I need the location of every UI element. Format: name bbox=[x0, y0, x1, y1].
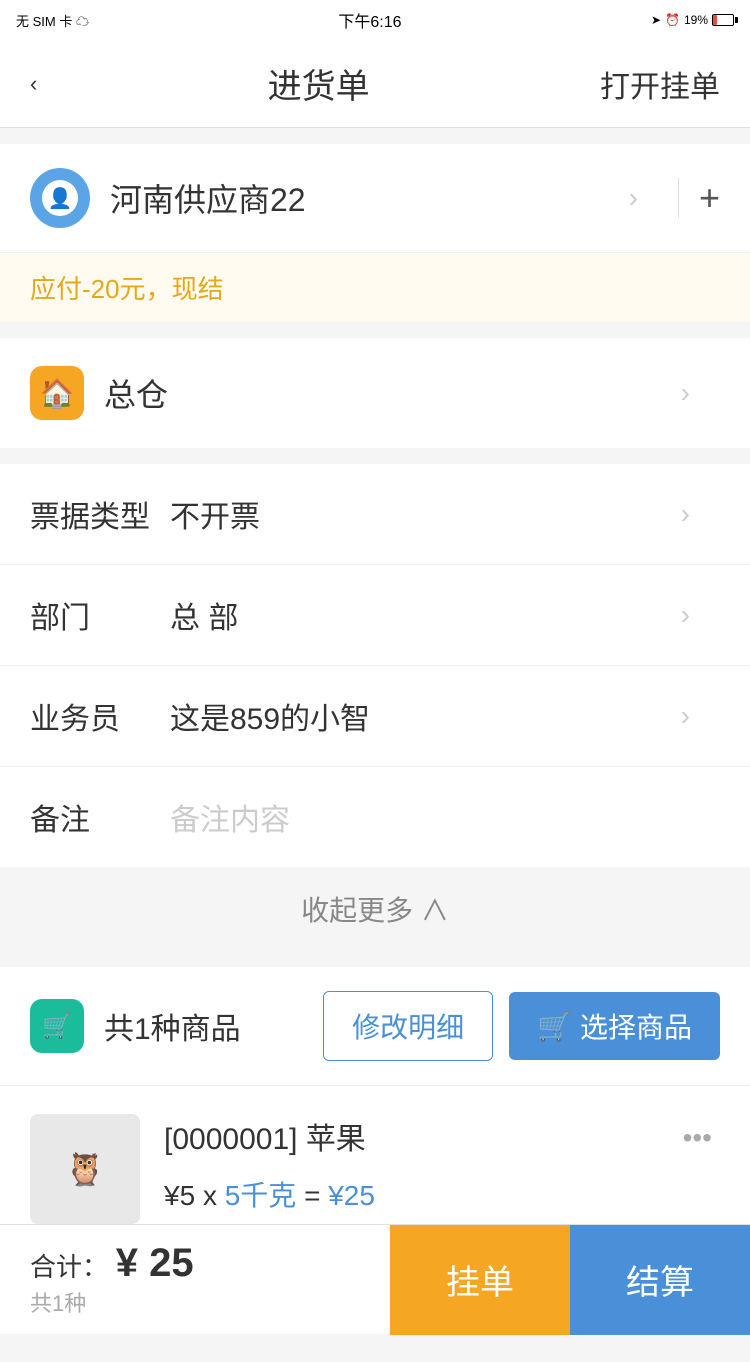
department-label: 部门 bbox=[30, 593, 150, 637]
select-product-button[interactable]: 🛒 选择商品 bbox=[509, 992, 720, 1060]
supplier-section: 👤 河南供应商22 › + 应付-20元，现结 bbox=[0, 144, 750, 322]
status-bar: 无 SIM 卡 ☁ 下午6:16 ➤ ⏰ 19% bbox=[0, 0, 750, 40]
page-title: 进货单 bbox=[268, 59, 370, 108]
department-chevron-icon: › bbox=[681, 599, 690, 631]
warehouse-section[interactable]: 🏠 总仓 › bbox=[0, 338, 750, 448]
supplier-avatar-inner: 👤 bbox=[42, 180, 78, 216]
invoice-type-value: 不开票 bbox=[170, 492, 681, 536]
sim-label: 无 SIM 卡 ☁ bbox=[16, 11, 89, 30]
product-price: ¥5 x 5千克 = ¥25 bbox=[164, 1174, 675, 1214]
supplier-name: 河南供应商22 bbox=[110, 175, 629, 221]
product-info: [0000001] 苹果 ¥5 x 5千克 = ¥25 bbox=[164, 1114, 675, 1214]
person-icon: 👤 bbox=[48, 186, 73, 211]
warehouse-icon: 🏠 bbox=[30, 366, 84, 420]
total-row: 合计： ¥ 25 bbox=[30, 1241, 360, 1286]
salesperson-chevron-icon: › bbox=[681, 700, 690, 732]
warehouse-chevron-icon: › bbox=[681, 377, 690, 409]
back-button[interactable]: ‹ bbox=[30, 71, 37, 97]
suspend-button[interactable]: 挂单 bbox=[390, 1225, 570, 1335]
balance-notice: 应付-20元，现结 bbox=[0, 253, 750, 322]
vertical-divider bbox=[678, 178, 679, 218]
battery-percent: 19% bbox=[684, 13, 708, 27]
product-more-button[interactable]: ••• bbox=[675, 1114, 720, 1162]
total-section: 合计： ¥ 25 共1种 bbox=[0, 1241, 390, 1318]
collapse-toggle-button[interactable]: 收起更多 ∧ bbox=[0, 867, 750, 951]
edit-details-button[interactable]: 修改明细 bbox=[323, 991, 493, 1061]
remark-label: 备注 bbox=[30, 795, 150, 839]
products-section: 🛒 共1种商品 修改明细 🛒 选择商品 🦉 [0000001] 苹果 ¥5 x … bbox=[0, 967, 750, 1252]
supplier-row[interactable]: 👤 河南供应商22 › + bbox=[0, 144, 750, 253]
invoice-type-chevron-icon: › bbox=[681, 498, 690, 530]
add-supplier-button[interactable]: + bbox=[699, 177, 720, 219]
select-product-cart-icon: 🛒 bbox=[537, 1010, 572, 1043]
nav-bar: ‹ 进货单 打开挂单 bbox=[0, 40, 750, 128]
remark-placeholder: 备注内容 bbox=[170, 795, 720, 839]
salesperson-value: 这是859的小智 bbox=[170, 694, 681, 738]
status-right: ➤ ⏰ 19% bbox=[651, 13, 734, 27]
status-left: 无 SIM 卡 ☁ bbox=[16, 11, 89, 30]
total-count: 共1种 bbox=[30, 1286, 360, 1318]
supplier-chevron-icon: › bbox=[629, 182, 638, 214]
alarm-icon: ⏰ bbox=[665, 13, 680, 27]
invoice-type-row[interactable]: 票据类型 不开票 › bbox=[0, 464, 750, 565]
bottom-bar: 合计： ¥ 25 共1种 挂单 结算 bbox=[0, 1224, 750, 1334]
home-icon: 🏠 bbox=[40, 377, 75, 410]
product-thumbnail: 🦉 bbox=[30, 1114, 140, 1224]
location-icon: ➤ bbox=[651, 13, 661, 27]
form-section: 票据类型 不开票 › 部门 总 部 › 业务员 这是859的小智 › 备注 备注… bbox=[0, 464, 750, 867]
status-time: 下午6:16 bbox=[338, 8, 401, 32]
product-name: [0000001] 苹果 bbox=[164, 1114, 675, 1158]
checkout-button[interactable]: 结算 bbox=[570, 1225, 750, 1335]
remark-row[interactable]: 备注 备注内容 bbox=[0, 767, 750, 867]
owl-icon: 🦉 bbox=[65, 1150, 105, 1188]
department-value: 总 部 bbox=[170, 593, 681, 637]
department-row[interactable]: 部门 总 部 › bbox=[0, 565, 750, 666]
open-pending-button[interactable]: 打开挂单 bbox=[600, 62, 720, 106]
warehouse-name: 总仓 bbox=[104, 370, 681, 416]
cart-icon: 🛒 bbox=[42, 1012, 72, 1041]
salesperson-label: 业务员 bbox=[30, 694, 150, 738]
total-label: 合计： bbox=[30, 1252, 108, 1282]
total-amount: ¥ 25 bbox=[116, 1241, 194, 1285]
salesperson-row[interactable]: 业务员 这是859的小智 › bbox=[0, 666, 750, 767]
supplier-avatar: 👤 bbox=[30, 168, 90, 228]
products-count: 共1种商品 bbox=[104, 1004, 323, 1048]
products-icon: 🛒 bbox=[30, 999, 84, 1053]
battery-icon bbox=[712, 14, 734, 26]
invoice-type-label: 票据类型 bbox=[30, 492, 150, 536]
products-header: 🛒 共1种商品 修改明细 🛒 选择商品 bbox=[0, 967, 750, 1086]
